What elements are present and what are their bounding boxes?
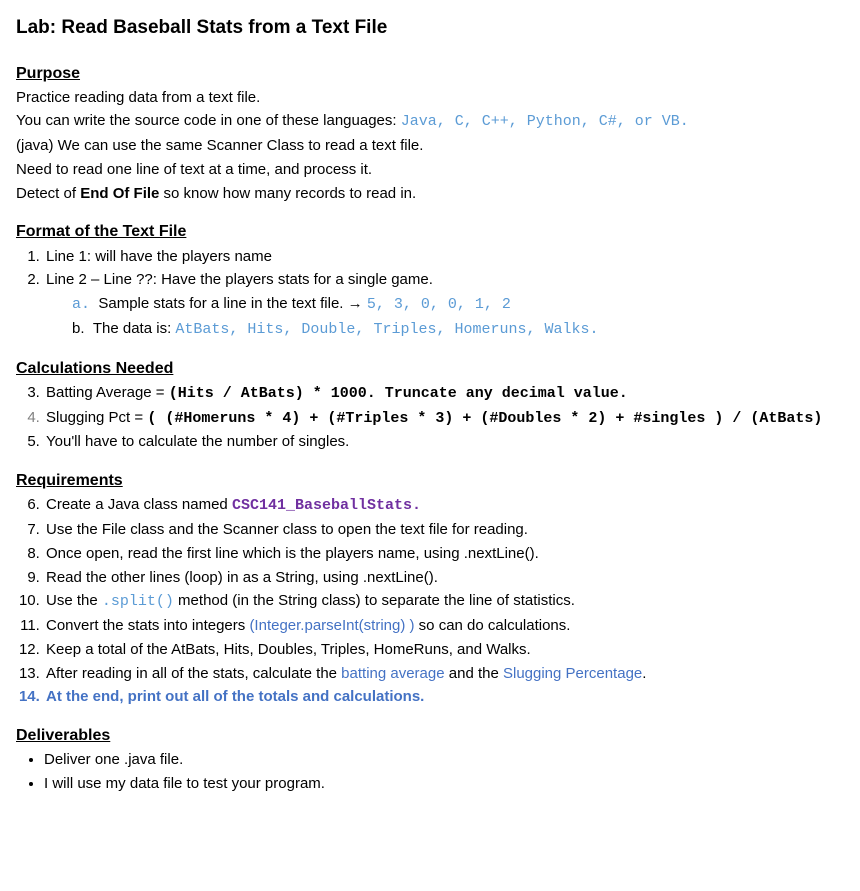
req-item-13e: .	[642, 665, 646, 682]
purpose-end-of-file-bold: End Of File	[80, 185, 159, 202]
format-sub-b-code: AtBats, Hits, Double, Triples, Homeruns,…	[175, 321, 598, 338]
req-item-9: Read the other lines (loop) in as a Stri…	[44, 567, 844, 589]
req-item-13-link2: Slugging Percentage	[503, 665, 642, 682]
section-req-heading: Requirements	[16, 469, 844, 492]
req-item-10-code: .split()	[102, 593, 174, 610]
deliv-item-2: I will use my data file to test your pro…	[44, 773, 844, 795]
format-sub-a-label: a.	[72, 296, 90, 313]
calc-item-3: Batting Average = (Hits / AtBats) * 1000…	[44, 382, 844, 405]
calc-item-4-text: Slugging Pct =	[46, 409, 147, 426]
calc-list: Batting Average = (Hits / AtBats) * 1000…	[16, 382, 844, 453]
req-item-13-link1: batting average	[341, 665, 444, 682]
purpose-line1: Practice reading data from a text file.	[16, 87, 844, 109]
format-sub-a: a. Sample stats for a line in the text f…	[72, 293, 844, 316]
calc-item-3-code: (Hits / AtBats) * 1000. Truncate any dec…	[169, 385, 628, 402]
calc-item-4-code: ( (#Homeruns * 4) + (#Triples * 3) + (#D…	[147, 410, 822, 427]
req-item-6: Create a Java class named CSC141_Basebal…	[44, 494, 844, 517]
section-deliv-heading: Deliverables	[16, 724, 844, 747]
purpose-line5: Detect of End Of File so know how many r…	[16, 183, 844, 205]
purpose-line2-text: You can write the source code in one of …	[16, 112, 401, 129]
format-sub-a-text: Sample stats for a line in the text file…	[98, 295, 366, 312]
req-item-10: Use the .split() method (in the String c…	[44, 590, 844, 613]
format-sub-b-label: b.	[72, 320, 85, 337]
page-title: Lab: Read Baseball Stats from a Text Fil…	[16, 14, 844, 42]
req-item-11: Convert the stats into integers (Integer…	[44, 615, 844, 637]
purpose-line5c: so know how many records to read in.	[159, 185, 416, 202]
section-calc-heading: Calculations Needed	[16, 357, 844, 380]
format-sub-b: b. The data is: AtBats, Hits, Double, Tr…	[72, 318, 844, 341]
calc-item-4: Slugging Pct = ( (#Homeruns * 4) + (#Tri…	[44, 407, 844, 430]
req-item-7: Use the File class and the Scanner class…	[44, 519, 844, 541]
format-list: Line 1: will have the players name Line …	[16, 246, 844, 341]
req-item-12: Keep a total of the AtBats, Hits, Double…	[44, 639, 844, 661]
format-item-2: Line 2 – Line ??: Have the players stats…	[44, 269, 844, 340]
format-sub-b-text: The data is:	[93, 320, 176, 337]
purpose-line2: You can write the source code in one of …	[16, 110, 844, 133]
format-sub-a-code: 5, 3, 0, 0, 1, 2	[367, 296, 511, 313]
req-item-10c: method (in the String class) to separate…	[174, 592, 575, 609]
purpose-line4: Need to read one line of text at a time,…	[16, 159, 844, 181]
req-list: Create a Java class named CSC141_Basebal…	[16, 494, 844, 708]
deliv-list: Deliver one .java file. I will use my da…	[16, 749, 844, 795]
req-item-8: Once open, read the first line which is …	[44, 543, 844, 565]
format-sublist: a. Sample stats for a line in the text f…	[46, 293, 844, 341]
req-item-6-text: Create a Java class named	[46, 496, 232, 513]
req-item-11-link: (Integer.parseInt(string) )	[249, 617, 414, 634]
deliv-item-1: Deliver one .java file.	[44, 749, 844, 771]
purpose-languages-code: Java, C, C++, Python, C#, or VB.	[401, 113, 689, 130]
calc-item-5: You'll have to calculate the number of s…	[44, 431, 844, 453]
req-item-11c: so can do calculations.	[415, 617, 571, 634]
section-format-heading: Format of the Text File	[16, 220, 844, 243]
req-item-10a: Use the	[46, 592, 102, 609]
req-item-14: At the end, print out all of the totals …	[44, 686, 844, 708]
section-purpose-heading: Purpose	[16, 62, 844, 85]
purpose-line3: (java) We can use the same Scanner Class…	[16, 135, 844, 157]
purpose-line5a: Detect of	[16, 185, 80, 202]
req-item-13: After reading in all of the stats, calcu…	[44, 663, 844, 685]
calc-item-3-text: Batting Average =	[46, 384, 169, 401]
req-item-11a: Convert the stats into integers	[46, 617, 249, 634]
req-item-13c: and the	[445, 665, 503, 682]
req-item-6-code: CSC141_BaseballStats.	[232, 497, 421, 514]
format-item-2-text: Line 2 – Line ??: Have the players stats…	[46, 271, 433, 288]
format-item-1: Line 1: will have the players name	[44, 246, 844, 268]
req-item-13a: After reading in all of the stats, calcu…	[46, 665, 341, 682]
